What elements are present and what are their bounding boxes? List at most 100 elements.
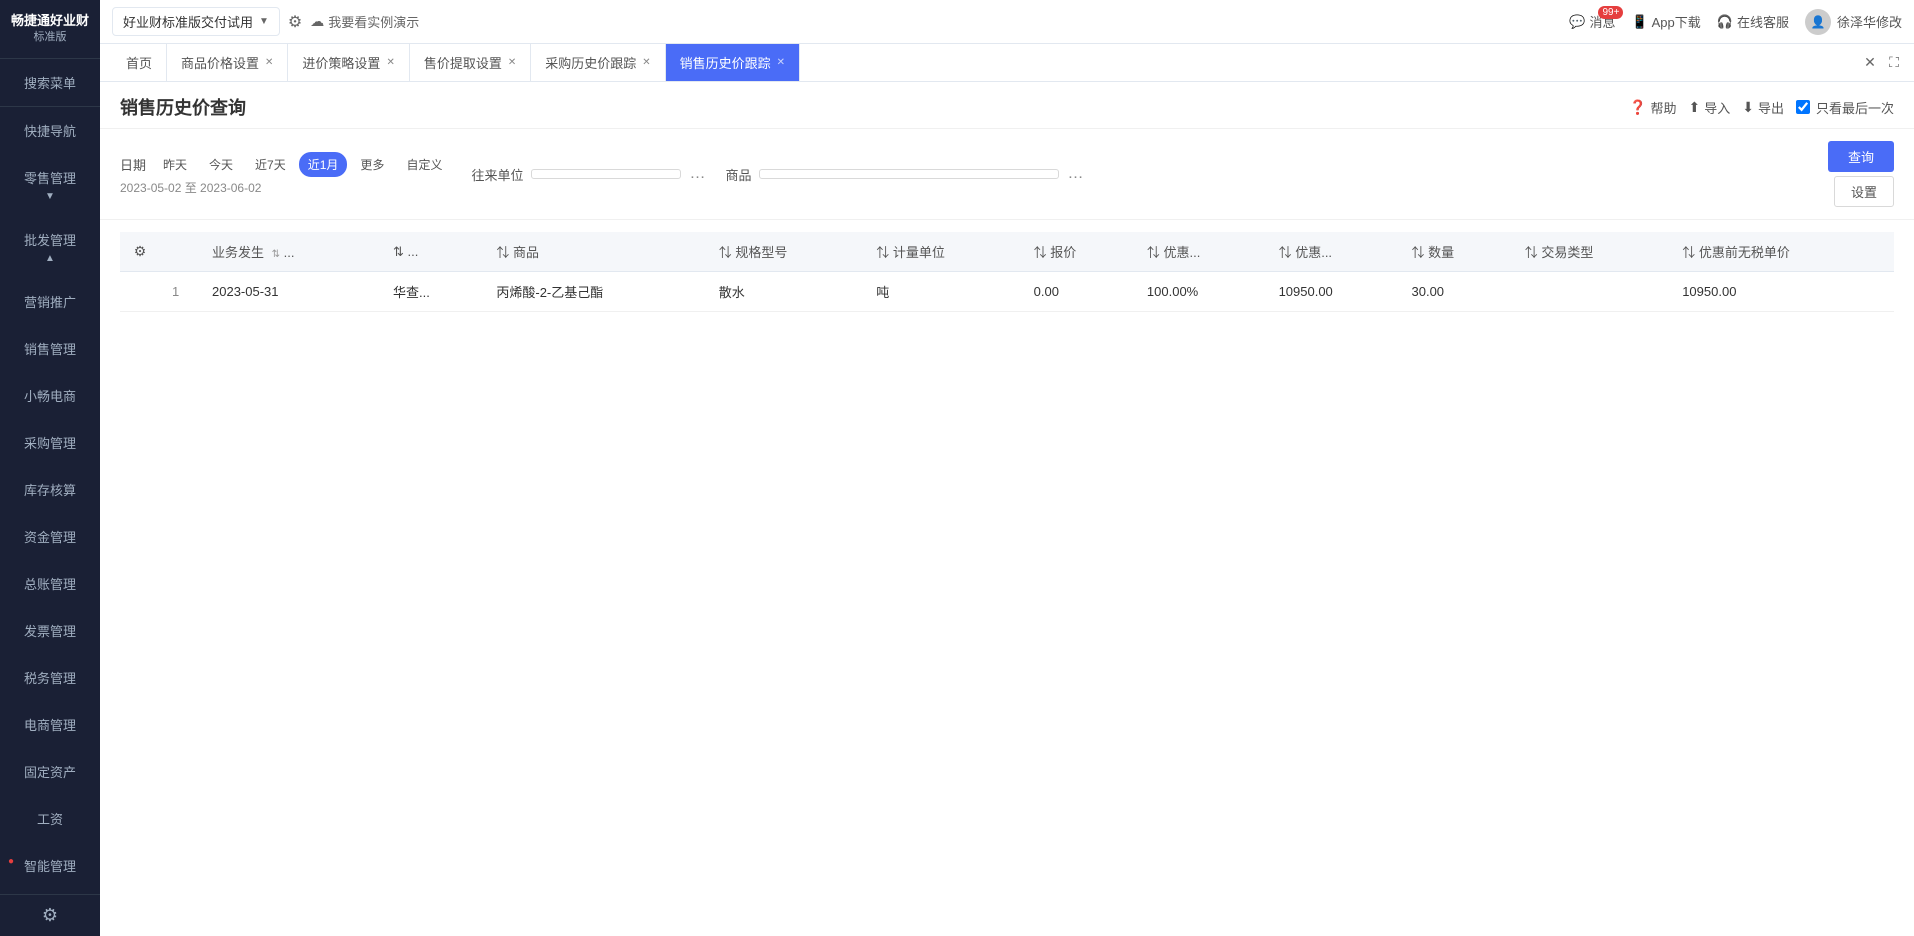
- col-spec[interactable]: ⇅ 规格型号: [707, 232, 864, 272]
- sidebar-item-label: 工资: [37, 809, 63, 828]
- sidebar-item-finance-mgmt[interactable]: 资金管理: [0, 513, 100, 560]
- online-service-action[interactable]: 🎧 在线客服: [1717, 12, 1789, 31]
- product-more-icon[interactable]: …: [1067, 165, 1083, 183]
- col-trade-type[interactable]: ⇅ 交易类型: [1513, 232, 1670, 272]
- date-btn-more[interactable]: 更多: [351, 152, 393, 177]
- date-btn-today[interactable]: 今天: [200, 152, 242, 177]
- sidebar-logo: 畅捷通好业财 标准版: [0, 0, 100, 59]
- sidebar-item-ecommerce[interactable]: 小畅电商: [0, 372, 100, 419]
- sidebar-item-label: 智能管理: [24, 856, 76, 875]
- sidebar-item-smart-mgmt[interactable]: 智能管理: [0, 842, 100, 889]
- col-biz-date[interactable]: 业务发生 ⇅ ...: [200, 232, 381, 272]
- col-product[interactable]: ⇅ 商品: [484, 232, 706, 272]
- sidebar: 畅捷通好业财 标准版 搜索菜单 快捷导航 零售管理 ▼ 批发管理 ▲ 营销推广 …: [0, 0, 100, 936]
- tab-product-price-label: 商品价格设置: [181, 53, 259, 72]
- col-more[interactable]: ⇅ ...: [381, 232, 484, 272]
- date-label: 日期: [120, 155, 146, 174]
- close-icon[interactable]: ✕: [777, 57, 785, 68]
- tab-home-label: 首页: [126, 53, 152, 72]
- sidebar-item-wholesale-mgmt[interactable]: 批发管理 ▲: [0, 216, 100, 278]
- col-pre-tax-price[interactable]: ⇅ 优惠前无税单价: [1670, 232, 1894, 272]
- sidebar-item-retail-mgmt[interactable]: 零售管理 ▼: [0, 154, 100, 216]
- product-label: 商品: [725, 165, 751, 184]
- filter-bar: 日期 昨天 今天 近7天 近1月 更多 自定义 2023-05-02 至 202…: [100, 129, 1914, 220]
- export-button[interactable]: ⬇ 导出: [1742, 98, 1784, 117]
- source-unit-input[interactable]: [531, 169, 681, 179]
- sort-icon: ⇅: [1525, 245, 1538, 260]
- top-settings-icon[interactable]: ⚙: [288, 12, 302, 32]
- sidebar-item-label: 税务管理: [24, 668, 76, 687]
- sidebar-item-salary[interactable]: 工资: [0, 795, 100, 842]
- product-input[interactable]: [759, 169, 1059, 179]
- sort-icon: ⇅: [719, 245, 732, 260]
- online-service-icon: 🎧: [1717, 14, 1733, 30]
- page-actions: ❓ 帮助 ⬆ 导入 ⬇ 导出 只看最后一次: [1629, 98, 1894, 117]
- source-unit-filter-group: 往来单位 …: [471, 165, 705, 184]
- sidebar-settings-icon[interactable]: ⚙: [0, 894, 100, 936]
- app-container: 畅捷通好业财 标准版 搜索菜单 快捷导航 零售管理 ▼ 批发管理 ▲ 营销推广 …: [0, 0, 1914, 936]
- help-button[interactable]: ❓ 帮助: [1629, 98, 1676, 117]
- col-unit[interactable]: ⇅ 计量单位: [864, 232, 1021, 272]
- column-settings-icon[interactable]: ⚙: [134, 243, 147, 259]
- sidebar-item-purchase-mgmt[interactable]: 采购管理: [0, 419, 100, 466]
- filter-right-actions: 查询 设置: [1828, 141, 1894, 207]
- close-icon[interactable]: ✕: [508, 57, 516, 68]
- source-unit-more-icon[interactable]: …: [689, 165, 705, 183]
- query-button[interactable]: 查询: [1828, 141, 1894, 172]
- app-logo-sub: 标准版: [8, 30, 92, 45]
- sidebar-item-ledger-mgmt[interactable]: 总账管理: [0, 560, 100, 607]
- top-bar-left: 好业财标准版交付试用 ▼ ⚙ ☁ 我要看实例演示: [112, 7, 419, 36]
- col-settings[interactable]: ⚙: [120, 232, 160, 272]
- col-biz-date-ellipsis: ...: [284, 245, 295, 260]
- sidebar-item-marketing[interactable]: 营销推广: [0, 278, 100, 325]
- tab-sale-history[interactable]: 销售历史价跟踪 ✕: [666, 44, 800, 82]
- only-last-checkbox[interactable]: [1796, 100, 1810, 114]
- row-quantity: 30.00: [1400, 272, 1513, 312]
- user-info[interactable]: 👤 徐泽华修改: [1805, 9, 1902, 35]
- import-button[interactable]: ⬆ 导入: [1688, 98, 1730, 117]
- close-icon[interactable]: ✕: [386, 57, 394, 68]
- col-pre-tax-price-label: 优惠前无税单价: [1699, 245, 1790, 260]
- date-btn-last1m[interactable]: 近1月: [299, 152, 348, 177]
- tab-purchase-history[interactable]: 采购历史价跟踪 ✕: [531, 44, 665, 82]
- row-discount2: 10950.00: [1267, 272, 1400, 312]
- row-company: 华查...: [381, 272, 484, 312]
- sidebar-item-quick-nav[interactable]: 快捷导航: [0, 107, 100, 154]
- chevron-down-icon: ▼: [259, 16, 269, 27]
- sort-icon: ⇅: [1147, 245, 1160, 260]
- col-price[interactable]: ⇅ 报价: [1022, 232, 1135, 272]
- sidebar-item-tax-mgmt[interactable]: 税务管理: [0, 654, 100, 701]
- date-btn-last7[interactable]: 近7天: [246, 152, 295, 177]
- tab-home[interactable]: 首页: [112, 44, 167, 82]
- close-icon[interactable]: ✕: [265, 57, 273, 68]
- sidebar-item-ecom-mgmt[interactable]: 电商管理: [0, 701, 100, 748]
- sidebar-item-inventory[interactable]: 库存核算: [0, 466, 100, 513]
- sidebar-item-invoice-mgmt[interactable]: 发票管理: [0, 607, 100, 654]
- demo-link[interactable]: ☁ 我要看实例演示: [310, 12, 419, 31]
- app-download-action[interactable]: 📱 App下载: [1631, 12, 1700, 31]
- app-selector[interactable]: 好业财标准版交付试用 ▼: [112, 7, 280, 36]
- top-bar-right: 💬 消息 99+ 📱 App下载 🎧 在线客服 👤 徐泽华修改: [1569, 9, 1902, 35]
- tab-product-price[interactable]: 商品价格设置 ✕: [167, 44, 288, 82]
- col-price-label: 报价: [1050, 245, 1076, 260]
- setting-button[interactable]: 设置: [1834, 176, 1894, 207]
- help-icon: ❓: [1629, 99, 1646, 116]
- col-quantity[interactable]: ⇅ 数量: [1400, 232, 1513, 272]
- messages-action[interactable]: 💬 消息 99+: [1569, 12, 1615, 31]
- sidebar-item-sales-mgmt[interactable]: 销售管理: [0, 325, 100, 372]
- tab-sale-extract[interactable]: 售价提取设置 ✕: [410, 44, 531, 82]
- content-area: 销售历史价查询 ❓ 帮助 ⬆ 导入 ⬇ 导出: [100, 82, 1914, 936]
- sidebar-item-fixed-assets[interactable]: 固定资产: [0, 748, 100, 795]
- close-icon[interactable]: ✕: [642, 57, 650, 68]
- page-title: 销售历史价查询: [120, 94, 246, 120]
- col-discount1[interactable]: ⇅ 优惠...: [1135, 232, 1267, 272]
- tab-purchase-strategy[interactable]: 进价策略设置 ✕: [288, 44, 409, 82]
- date-btn-custom[interactable]: 自定义: [397, 152, 451, 177]
- app-selector-label: 好业财标准版交付试用: [123, 12, 253, 31]
- sidebar-item-search-menu[interactable]: 搜索菜单: [0, 59, 100, 107]
- col-discount2[interactable]: ⇅ 优惠...: [1267, 232, 1400, 272]
- only-last-checkbox-group[interactable]: 只看最后一次: [1796, 98, 1894, 117]
- maximize-window-icon[interactable]: ⛶: [1886, 55, 1902, 71]
- close-window-icon[interactable]: ✕: [1862, 55, 1878, 71]
- date-btn-yesterday[interactable]: 昨天: [154, 152, 196, 177]
